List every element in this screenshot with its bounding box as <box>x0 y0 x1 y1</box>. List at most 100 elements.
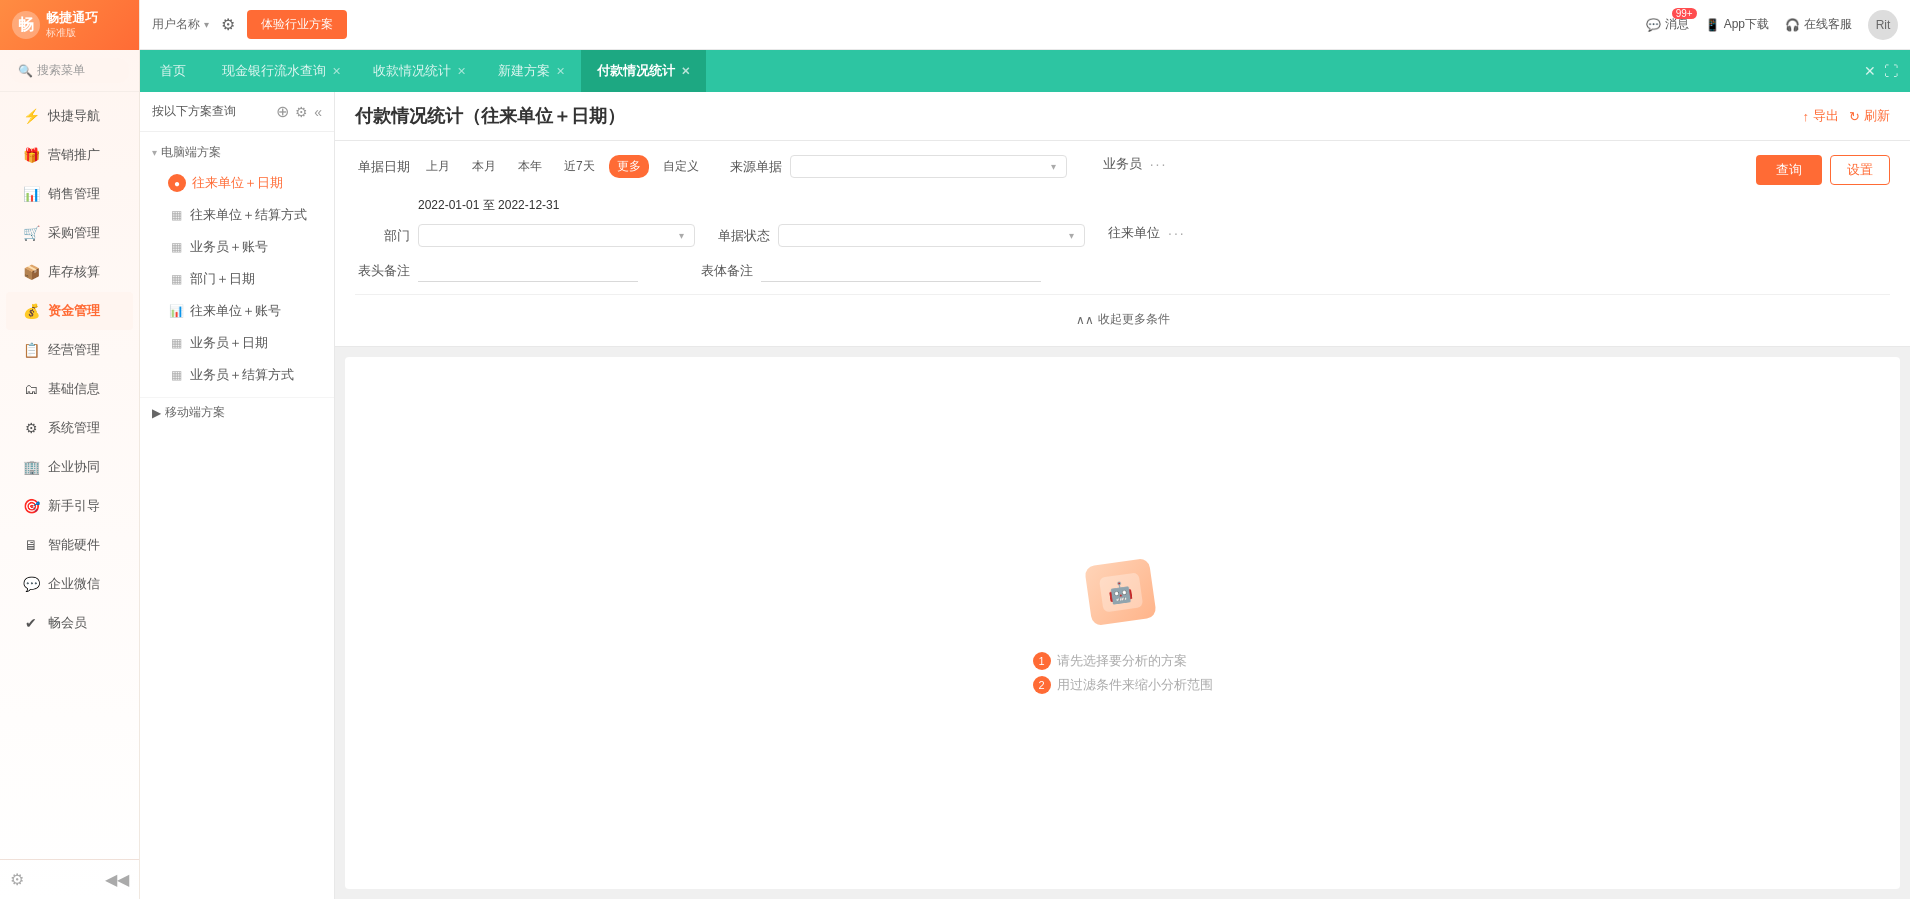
sidebar-item-quick-nav[interactable]: ⚡ 快捷导航 <box>6 97 133 135</box>
close-all-tabs-btn[interactable]: ✕ <box>1864 63 1876 79</box>
desktop-group-label: 电脑端方案 <box>161 144 221 161</box>
source-doc-select[interactable]: ▾ <box>790 155 1067 178</box>
date-range-row: 2022-01-01 至 2022-12-31 <box>418 197 1890 214</box>
scheme-item-dept-date[interactable]: ▦部门＋日期 <box>140 263 334 295</box>
left-panel: 按以下方案查询 ⊕ ⚙ « ▾ 电脑端方案 ●往来单位＋日期▦往来单位＋结算方式… <box>140 92 335 899</box>
logo-area: 畅 畅捷通巧 标准版 <box>0 0 139 50</box>
date-btn-this-month[interactable]: 本月 <box>464 155 504 178</box>
date-btn-last-7-days[interactable]: 近7天 <box>556 155 603 178</box>
source-doc-arrow-icon: ▾ <box>1051 161 1056 172</box>
tab-close-bank-flow[interactable]: ✕ <box>332 65 341 78</box>
content-area: 按以下方案查询 ⊕ ⚙ « ▾ 电脑端方案 ●往来单位＋日期▦往来单位＋结算方式… <box>140 92 1910 899</box>
desktop-scheme-group: ▾ 电脑端方案 ●往来单位＋日期▦往来单位＋结算方式▦业务员＋账号▦部门＋日期📊… <box>140 132 334 397</box>
doc-status-group: 单据状态 ▾ <box>715 224 1085 247</box>
dept-group: 部门 ▾ <box>355 224 695 247</box>
table-header-note-input[interactable] <box>418 259 638 282</box>
scheme-item-label-dept-date: 部门＋日期 <box>190 270 255 288</box>
scheme-item-icon-unit-account: 📊 <box>168 303 184 319</box>
tab-receipt-stats[interactable]: 收款情况统计✕ <box>357 50 482 92</box>
messages-btn[interactable]: 💬 消息 99+ <box>1646 16 1689 33</box>
sidebar-item-operation[interactable]: 📋 经营管理 <box>6 331 133 369</box>
date-btn-this-year[interactable]: 本年 <box>510 155 550 178</box>
tab-close-new-scheme[interactable]: ✕ <box>556 65 565 78</box>
scheme-item-label-unit-settlement: 往来单位＋结算方式 <box>190 206 307 224</box>
table-header-note-group: 表头备注 <box>355 259 638 282</box>
tab-label-home: 首页 <box>160 62 186 80</box>
sidebar-item-hardware[interactable]: 🖥 智能硬件 <box>6 526 133 564</box>
sidebar-item-finance[interactable]: 💰 资金管理 <box>6 292 133 330</box>
user-name: 用户名称 <box>152 16 200 33</box>
sidebar-item-guide[interactable]: 🎯 新手引导 <box>6 487 133 525</box>
scheme-settings-btn[interactable]: ⚙ <box>295 104 308 120</box>
collapse-sidebar-icon[interactable]: ◀◀ <box>105 870 129 889</box>
scheme-item-staff-date[interactable]: ▦业务员＋日期 <box>140 327 334 359</box>
dept-select[interactable]: ▾ <box>418 224 695 247</box>
tab-close-payment-stats[interactable]: ✕ <box>681 65 690 78</box>
scheme-item-unit-date[interactable]: ●往来单位＋日期 <box>140 167 334 199</box>
add-scheme-btn[interactable]: ⊕ <box>276 102 289 121</box>
filter-settings-btn[interactable]: 设置 <box>1830 155 1890 185</box>
sidebar-item-member[interactable]: ✔ 畅会员 <box>6 604 133 642</box>
online-service-btn[interactable]: 🎧 在线客服 <box>1785 16 1852 33</box>
date-options: 上月本月本年近7天更多自定义 <box>418 155 707 178</box>
sidebar-item-icon-hardware: 🖥 <box>22 536 40 554</box>
sidebar-item-marketing[interactable]: 🎁 营销推广 <box>6 136 133 174</box>
date-btn-custom[interactable]: 自定义 <box>655 155 707 178</box>
settings-icon[interactable]: ⚙ <box>10 870 24 889</box>
filter-actions: 查询 设置 <box>1756 155 1890 185</box>
date-label: 单据日期 <box>355 158 410 176</box>
tab-label-bank-flow: 现金银行流水查询 <box>222 62 326 80</box>
filter-row-1: 单据日期 上月本月本年近7天更多自定义 来源单据 ▾ <box>355 155 1890 185</box>
header-settings-icon[interactable]: ⚙ <box>221 15 235 34</box>
collapse-panel-btn[interactable]: « <box>314 104 322 120</box>
date-btn-more[interactable]: 更多 <box>609 155 649 178</box>
tab-home[interactable]: 首页 <box>140 50 206 92</box>
sidebar-item-purchase[interactable]: 🛒 采购管理 <box>6 214 133 252</box>
export-btn[interactable]: ↑ 导出 <box>1803 107 1840 125</box>
tab-bar: 首页现金银行流水查询✕收款情况统计✕新建方案✕付款情况统计✕ ✕ ⛶ <box>140 50 1910 92</box>
trial-btn[interactable]: 体验行业方案 <box>247 10 347 39</box>
unit-select-btn[interactable]: ··· <box>1168 225 1186 241</box>
sidebar-item-wechat[interactable]: 💬 企业微信 <box>6 565 133 603</box>
refresh-btn[interactable]: ↻ 刷新 <box>1849 107 1890 125</box>
sidebar-item-label-finance: 资金管理 <box>48 302 100 320</box>
sidebar-item-icon-sales: 📊 <box>22 185 40 203</box>
scheme-item-staff-settlement[interactable]: ▦业务员＋结算方式 <box>140 359 334 391</box>
tab-new-scheme[interactable]: 新建方案✕ <box>482 50 581 92</box>
scheme-item-label-staff-account: 业务员＋账号 <box>190 238 268 256</box>
date-btn-last-month[interactable]: 上月 <box>418 155 458 178</box>
maximize-btn[interactable]: ⛶ <box>1884 63 1898 79</box>
query-btn[interactable]: 查询 <box>1756 155 1822 185</box>
avatar[interactable]: Rit <box>1868 10 1898 40</box>
app-download-btn[interactable]: 📱 App下载 <box>1705 16 1769 33</box>
sidebar-item-sales[interactable]: 📊 销售管理 <box>6 175 133 213</box>
sidebar-item-label-wechat: 企业微信 <box>48 575 100 593</box>
main-content: 用户名称 ▾ ⚙ 体验行业方案 💬 消息 99+ 📱 App下载 🎧 在线客服 … <box>140 0 1910 899</box>
doc-status-arrow-icon: ▾ <box>1069 230 1074 241</box>
table-body-note-label: 表体备注 <box>698 262 753 280</box>
sidebar-item-enterprise[interactable]: 🏢 企业协同 <box>6 448 133 486</box>
sidebar-item-inventory[interactable]: 📦 库存核算 <box>6 253 133 291</box>
tab-close-receipt-stats[interactable]: ✕ <box>457 65 466 78</box>
tab-bank-flow[interactable]: 现金银行流水查询 ✕ <box>206 50 357 92</box>
search-input[interactable]: 🔍 搜索菜单 <box>10 58 129 83</box>
doc-status-label: 单据状态 <box>715 227 770 245</box>
scheme-item-unit-account[interactable]: 📊往来单位＋账号 <box>140 295 334 327</box>
tab-payment-stats[interactable]: 付款情况统计✕ <box>581 50 706 92</box>
sidebar-item-label-marketing: 营销推广 <box>48 146 100 164</box>
scheme-item-unit-settlement[interactable]: ▦往来单位＋结算方式 <box>140 199 334 231</box>
logo-icon: 畅 <box>12 11 40 39</box>
scheme-item-icon-unit-date: ● <box>168 174 186 192</box>
desktop-group-header[interactable]: ▾ 电脑端方案 <box>140 138 334 167</box>
scheme-item-staff-account[interactable]: ▦业务员＋账号 <box>140 231 334 263</box>
collapse-filter-btn[interactable]: ∧∧ 收起更多条件 <box>1056 303 1190 336</box>
sidebar-item-label-system: 系统管理 <box>48 419 100 437</box>
mobile-scheme-group[interactable]: ▶ 移动端方案 <box>140 397 334 427</box>
table-body-note-input[interactable] <box>761 259 1041 282</box>
sidebar-item-label-enterprise: 企业协同 <box>48 458 100 476</box>
doc-status-select[interactable]: ▾ <box>778 224 1085 247</box>
sidebar-item-system[interactable]: ⚙ 系统管理 <box>6 409 133 447</box>
service-icon: 🎧 <box>1785 18 1800 32</box>
sidebar-item-basic[interactable]: 🗂 基础信息 <box>6 370 133 408</box>
staff-select-btn[interactable]: ··· <box>1150 156 1168 172</box>
